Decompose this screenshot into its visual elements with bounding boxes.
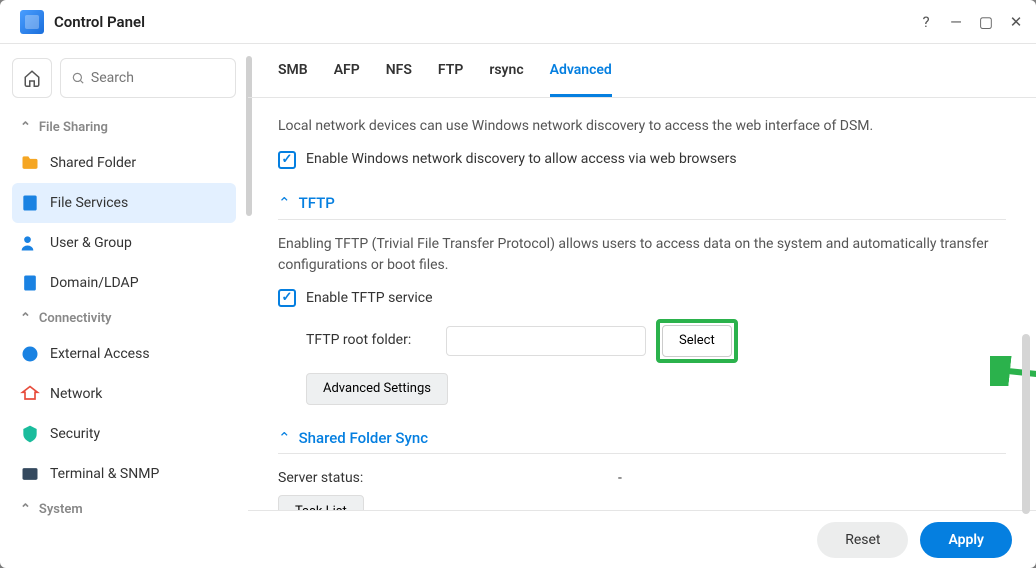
content-scrollbar[interactable] [1022, 334, 1030, 514]
sidebar-item-terminal-snmp[interactable]: Terminal & SNMP [12, 454, 236, 494]
tab-nfs[interactable]: NFS [386, 62, 412, 97]
search-box[interactable] [60, 58, 236, 98]
tftp-checkbox-row[interactable]: ✓ Enable TFTP service [278, 288, 1006, 309]
annotation-highlight: Select [656, 319, 738, 363]
control-panel-window: Control Panel ? — ▢ ✕ ⌃ File Sharing [0, 0, 1036, 568]
tftp-root-label: TFTP root folder: [306, 330, 436, 351]
tftp-section-header[interactable]: ⌃ TFTP [278, 192, 1006, 215]
nav-label: User & Group [50, 235, 132, 251]
window-controls: ? — ▢ ✕ [918, 14, 1024, 30]
tab-smb[interactable]: SMB [278, 62, 308, 97]
divider [278, 453, 1006, 454]
sidebar-item-shared-folder[interactable]: Shared Folder [12, 143, 236, 183]
shield-icon [20, 424, 40, 444]
tab-afp[interactable]: AFP [334, 62, 360, 97]
nav-label: Domain/LDAP [50, 275, 139, 291]
window-title: Control Panel [54, 13, 918, 31]
chevron-down-icon: ⌃ [20, 311, 31, 326]
server-status-label: Server status: [278, 468, 618, 489]
tftp-description: Enabling TFTP (Trivial File Transfer Pro… [278, 234, 1006, 276]
content-area: Local network devices can use Windows ne… [248, 98, 1036, 510]
section-label: System [39, 502, 83, 517]
nav-label: Security [50, 426, 100, 442]
section-title: TFTP [299, 192, 335, 215]
sidebar-item-user-group[interactable]: User & Group [12, 223, 236, 263]
section-label: File Sharing [39, 120, 108, 135]
tab-rsync[interactable]: rsync [489, 62, 523, 97]
chevron-down-icon: ⌃ [20, 502, 31, 517]
section-file-sharing[interactable]: ⌃ File Sharing [12, 112, 236, 143]
folder-icon [20, 153, 40, 173]
tab-ftp[interactable]: FTP [438, 62, 463, 97]
nav-label: External Access [50, 346, 150, 362]
discovery-description: Local network devices can use Windows ne… [278, 116, 1006, 137]
nav-label: Terminal & SNMP [50, 466, 159, 482]
checkbox-checked-icon[interactable]: ✓ [278, 289, 296, 307]
chevron-down-icon: ⌃ [20, 120, 31, 135]
server-status-row: Server status: - [278, 468, 1006, 489]
users-icon [20, 233, 40, 253]
sidebar-item-domain-ldap[interactable]: Domain/LDAP [12, 263, 236, 303]
reset-button[interactable]: Reset [817, 522, 908, 558]
checkbox-label: Enable Windows network discovery to allo… [306, 149, 737, 170]
nav-label: Shared Folder [50, 155, 136, 171]
nav-label: Network [50, 386, 102, 402]
sidebar: ⌃ File Sharing Shared Folder File Servic… [0, 44, 248, 568]
task-list-button[interactable]: Task List [278, 495, 364, 510]
sidebar-item-file-services[interactable]: File Services [12, 183, 236, 223]
apply-button[interactable]: Apply [920, 522, 1012, 558]
chevron-up-icon: ⌃ [278, 192, 291, 215]
maximize-icon[interactable]: ▢ [978, 14, 994, 30]
app-icon [20, 10, 44, 34]
home-button[interactable] [12, 58, 52, 98]
sidebar-item-network[interactable]: Network [12, 374, 236, 414]
sidebar-item-external-access[interactable]: External Access [12, 334, 236, 374]
search-input[interactable] [91, 70, 225, 86]
help-icon[interactable]: ? [918, 14, 934, 30]
section-title: Shared Folder Sync [299, 427, 428, 450]
adv-settings-row: Advanced Settings [306, 373, 1006, 405]
shared-folder-sync-header[interactable]: ⌃ Shared Folder Sync [278, 427, 1006, 450]
titlebar: Control Panel ? — ▢ ✕ [0, 0, 1036, 44]
tftp-root-row: TFTP root folder: Select [306, 319, 1006, 363]
nav-label: File Services [50, 195, 128, 211]
terminal-icon [20, 464, 40, 484]
server-status-value: - [618, 468, 622, 489]
section-system[interactable]: ⌃ System [12, 494, 236, 525]
network-icon [20, 384, 40, 404]
tab-bar: SMB AFP NFS FTP rsync Advanced [248, 44, 1036, 98]
minimize-icon[interactable]: — [948, 14, 964, 30]
close-icon[interactable]: ✕ [1008, 14, 1024, 30]
checkbox-label: Enable TFTP service [306, 288, 433, 309]
section-connectivity[interactable]: ⌃ Connectivity [12, 303, 236, 334]
select-button[interactable]: Select [662, 325, 732, 357]
tab-advanced[interactable]: Advanced [550, 62, 612, 97]
globe-icon [20, 344, 40, 364]
file-icon [20, 193, 40, 213]
search-icon [71, 70, 85, 86]
sidebar-item-security[interactable]: Security [12, 414, 236, 454]
section-label: Connectivity [39, 311, 112, 326]
book-icon [20, 273, 40, 293]
discovery-checkbox-row[interactable]: ✓ Enable Windows network discovery to al… [278, 149, 1006, 170]
divider [278, 219, 1006, 220]
chevron-up-icon: ⌃ [278, 427, 291, 450]
tftp-root-input[interactable] [446, 326, 646, 356]
advanced-settings-button[interactable]: Advanced Settings [306, 373, 448, 405]
main-panel: SMB AFP NFS FTP rsync Advanced Local net… [248, 44, 1036, 568]
footer: Reset Apply [248, 510, 1036, 568]
checkbox-checked-icon[interactable]: ✓ [278, 151, 296, 169]
